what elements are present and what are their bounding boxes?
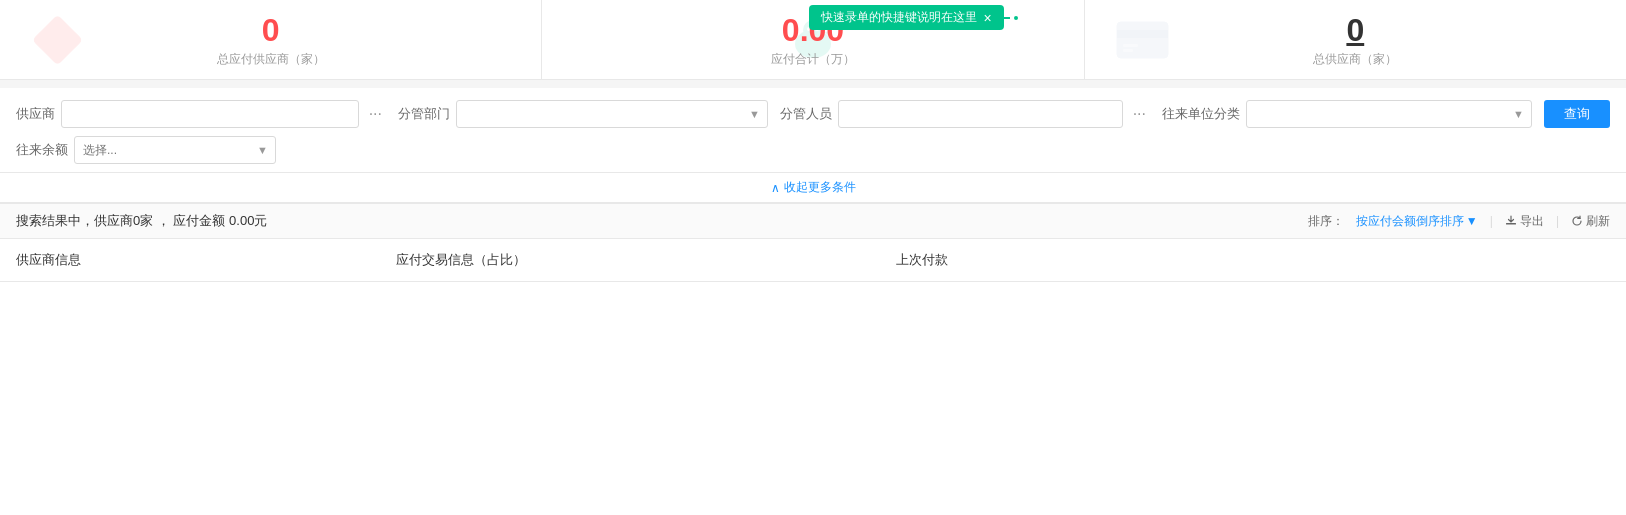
filter-person: 分管人员 ··· — [780, 100, 1150, 128]
supplier-label: 供应商 — [16, 105, 55, 123]
supplier-dots[interactable]: ··· — [365, 105, 386, 123]
export-icon — [1505, 215, 1517, 227]
results-bar: 搜索结果中，供应商0家 ， 应付金额 0.00元 排序： 按应付会额倒序排序 ▼… — [0, 203, 1626, 239]
tooltip-close[interactable]: × — [983, 11, 991, 25]
department-select-wrapper: ▼ — [456, 100, 768, 128]
divider-1: | — [1490, 214, 1493, 228]
collapse-icon: ∧ — [771, 181, 780, 195]
collapse-bar: ∧ 收起更多条件 — [0, 173, 1626, 203]
refresh-label: 刷新 — [1586, 213, 1610, 230]
svg-rect-10 — [1117, 30, 1168, 38]
divider-2: | — [1556, 214, 1559, 228]
person-label: 分管人员 — [780, 105, 832, 123]
balance-input[interactable] — [74, 136, 276, 164]
col-transaction-header: 应付交易信息（占比） — [396, 251, 896, 269]
filter-unit-category: 往来单位分类 ▼ — [1162, 100, 1532, 128]
tooltip-dot — [1012, 14, 1020, 22]
unit-category-label: 往来单位分类 — [1162, 105, 1240, 123]
department-label: 分管部门 — [398, 105, 450, 123]
svg-rect-11 — [1123, 44, 1138, 47]
filter-supplier: 供应商 ··· — [16, 100, 386, 128]
tooltip-text: 快速录单的快捷键说明在这里 — [821, 9, 977, 26]
payable-suppliers-label: 总应付供应商（家） — [217, 51, 325, 68]
results-separator: ， — [157, 213, 170, 228]
unit-category-select-wrapper: ▼ — [1246, 100, 1532, 128]
svg-rect-13 — [1506, 223, 1516, 225]
filter-department: 分管部门 ▼ — [398, 100, 768, 128]
refresh-icon — [1571, 215, 1583, 227]
table-area: 供应商信息 应付交易信息（占比） 上次付款 — [0, 239, 1626, 515]
svg-rect-12 — [1123, 49, 1133, 52]
svg-rect-0 — [33, 15, 82, 64]
balance-select-wrapper: ▼ — [74, 136, 276, 164]
balance-label: 往来余额 — [16, 141, 68, 159]
export-button[interactable]: 导出 — [1505, 213, 1544, 230]
results-amount: 应付金额 0.00元 — [173, 213, 267, 228]
filter-row-2: 往来余额 ▼ — [16, 136, 1610, 164]
card-icon — [1115, 20, 1170, 60]
diamond-icon — [30, 12, 85, 67]
collapse-label: 收起更多条件 — [784, 179, 856, 196]
table-body — [0, 282, 1626, 515]
payable-total-label: 应付合计（万） — [771, 51, 855, 68]
person-dots[interactable]: ··· — [1129, 105, 1150, 123]
collapse-button[interactable]: ∧ 收起更多条件 — [771, 179, 856, 196]
payable-suppliers-number: 0 — [262, 11, 280, 49]
stat-total-suppliers: 0 总供应商（家） — [1085, 0, 1626, 79]
export-label: 导出 — [1520, 213, 1544, 230]
filter-row-1: 供应商 ··· 分管部门 ▼ 分管人员 ··· 往来单位分类 ▼ — [16, 100, 1610, 128]
sort-chevron-icon: ▼ — [1466, 214, 1478, 228]
supplier-input[interactable] — [61, 100, 359, 128]
col-supplier-header: 供应商信息 — [16, 251, 396, 269]
tooltip-bar: 快速录单的快捷键说明在这里 × — [809, 5, 1003, 30]
total-suppliers-number: 0 — [1346, 11, 1364, 49]
stat-payable-suppliers: 0 总应付供应商（家） — [0, 0, 542, 79]
query-button[interactable]: 查询 — [1544, 100, 1610, 128]
filter-area: 供应商 ··· 分管部门 ▼ 分管人员 ··· 往来单位分类 ▼ — [0, 88, 1626, 173]
svg-rect-9 — [1117, 22, 1168, 58]
filter-balance: 往来余额 ▼ — [16, 136, 276, 164]
person-input[interactable] — [838, 100, 1123, 128]
col-payment-header: 上次付款 — [896, 251, 1610, 269]
results-info-section: 搜索结果中，供应商0家 ， 应付金额 0.00元 — [16, 212, 267, 230]
table-header: 供应商信息 应付交易信息（占比） 上次付款 — [0, 239, 1626, 282]
results-actions: 排序： 按应付会额倒序排序 ▼ | 导出 | 刷新 — [1308, 213, 1610, 230]
results-info: 搜索结果中，供应商0家 — [16, 213, 153, 228]
department-input[interactable] — [456, 100, 768, 128]
stat-payable-total: 快速录单的快捷键说明在这里 × 0.00 应付合计（万） — [542, 0, 1084, 79]
total-suppliers-label: 总供应商（家） — [1313, 51, 1397, 68]
unit-category-input[interactable] — [1246, 100, 1532, 128]
sort-value[interactable]: 按应付会额倒序排序 ▼ — [1356, 213, 1478, 230]
refresh-button[interactable]: 刷新 — [1571, 213, 1610, 230]
stats-bar: 0 总应付供应商（家） 快速录单的快捷键说明在这里 × 0.00 应付合计（万） — [0, 0, 1626, 80]
sort-label: 排序： — [1308, 213, 1344, 230]
sort-value-text: 按应付会额倒序排序 — [1356, 213, 1464, 230]
